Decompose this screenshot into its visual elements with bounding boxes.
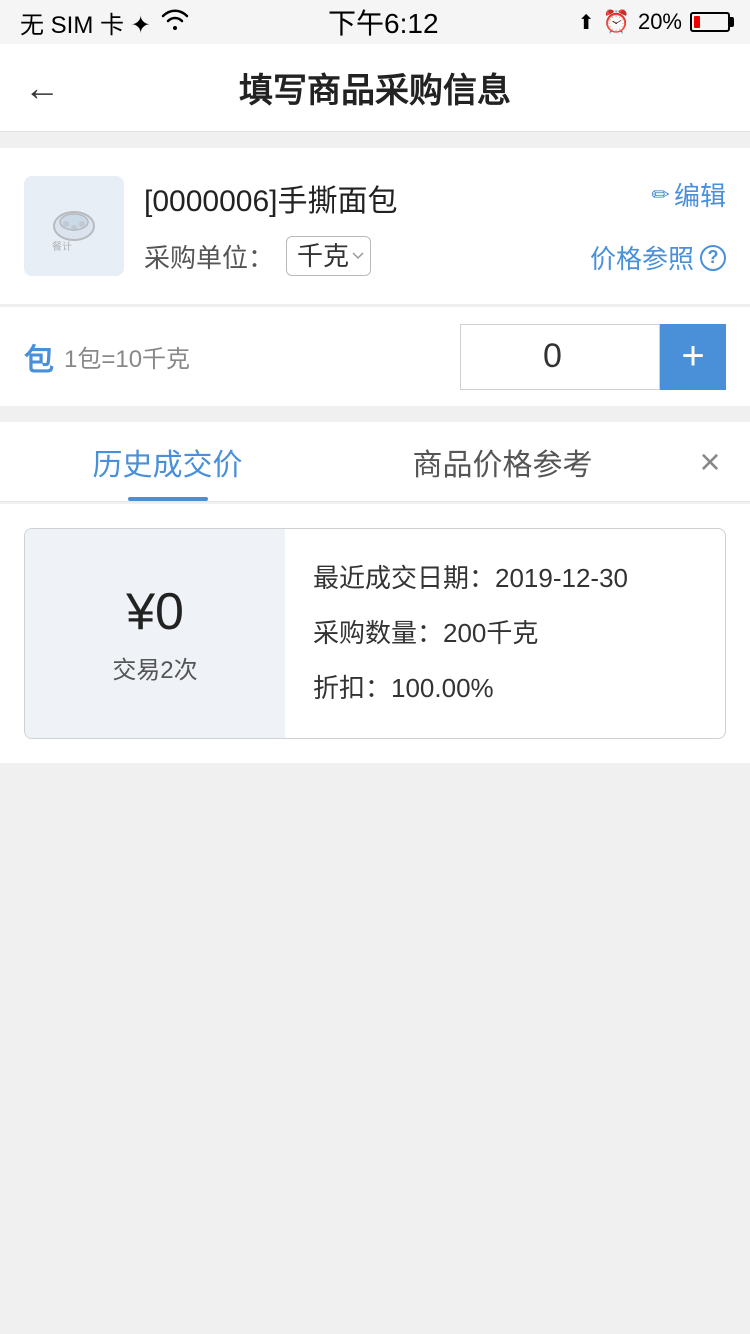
purchase-qty-label: 采购数量： (313, 618, 443, 648)
location-icon: ⬆ (578, 10, 595, 35)
price-amount: ¥0 (126, 582, 184, 642)
quantity-input-wrap: + (460, 324, 726, 390)
status-left: 无 SIM 卡 ✦ (20, 5, 189, 40)
price-left: ¥0 交易2次 (25, 529, 285, 738)
wifi-icon (161, 8, 189, 37)
tab-active-underline (128, 497, 208, 501)
price-ref-label: 价格参照 (590, 239, 694, 276)
quantity-unit-info: 包 1包=10千克 (24, 335, 460, 379)
back-button[interactable]: ← (24, 67, 60, 109)
price-section: ¥0 交易2次 最近成交日期：2019-12-30 采购数量：200千克 折扣：… (0, 504, 750, 763)
svg-text:餐计: 餐计 (52, 240, 72, 253)
tab-history-price-label: 历史成交价 (93, 440, 243, 484)
help-icon: ? (700, 245, 726, 271)
product-name: [0000006]手撕面包 (144, 176, 726, 220)
sim-text: 无 SIM 卡 ✦ (20, 5, 151, 40)
alarm-icon: ⏰ (603, 9, 630, 35)
edit-label: 编辑 (674, 176, 726, 213)
unit-label: 采购单位： (144, 238, 274, 275)
nav-bar: ← 填写商品采购信息 (0, 44, 750, 132)
quantity-plus-button[interactable]: + (660, 324, 726, 390)
price-transactions: 交易2次 (112, 650, 197, 685)
recent-date-row: 最近成交日期：2019-12-30 (313, 559, 697, 598)
discount-row: 折扣：100.00% (313, 669, 697, 708)
product-card: 餐计 [0000006]手撕面包 采购单位： 千克 包 克 ✏ 编辑 价格参照 … (0, 148, 750, 304)
status-bar: 无 SIM 卡 ✦ 下午6:12 ⬆ ⏰ 20% (0, 0, 750, 44)
price-right: 最近成交日期：2019-12-30 采购数量：200千克 折扣：100.00% (285, 529, 725, 738)
recent-date-label: 最近成交日期： (313, 563, 495, 593)
tab-product-price-ref-label: 商品价格参考 (413, 440, 593, 484)
tab-history-price[interactable]: 历史成交价 (0, 422, 335, 501)
unit-select[interactable]: 千克 包 克 (286, 236, 371, 276)
price-ref-link[interactable]: 价格参照 ? (590, 239, 726, 276)
purchase-qty-value: 200千克 (443, 618, 538, 648)
discount-label: 折扣： (313, 673, 391, 703)
page-title: 填写商品采购信息 (239, 63, 511, 112)
status-right: ⬆ ⏰ 20% (578, 9, 730, 35)
battery-icon (690, 12, 730, 32)
quantity-row: 包 1包=10千克 + (0, 306, 750, 406)
tab-close-button[interactable]: × (670, 422, 750, 502)
edit-icon: ✏ (652, 182, 670, 208)
purchase-qty-row: 采购数量：200千克 (313, 614, 697, 653)
product-thumbnail: 餐计 (24, 176, 124, 276)
discount-value: 100.00% (391, 673, 494, 703)
battery-percent: 20% (638, 9, 682, 35)
tabs-bar: 历史成交价 商品价格参考 × (0, 422, 750, 502)
quantity-unit-hint: 1包=10千克 (64, 339, 190, 374)
edit-link[interactable]: ✏ 编辑 (652, 176, 726, 213)
quantity-unit-icon: 包 (24, 335, 54, 379)
price-card: ¥0 交易2次 最近成交日期：2019-12-30 采购数量：200千克 折扣：… (24, 528, 726, 739)
status-time: 下午6:12 (328, 2, 439, 42)
quantity-input[interactable] (460, 324, 660, 390)
recent-date-value: 2019-12-30 (495, 563, 628, 593)
tab-product-price-ref[interactable]: 商品价格参考 (335, 422, 670, 501)
